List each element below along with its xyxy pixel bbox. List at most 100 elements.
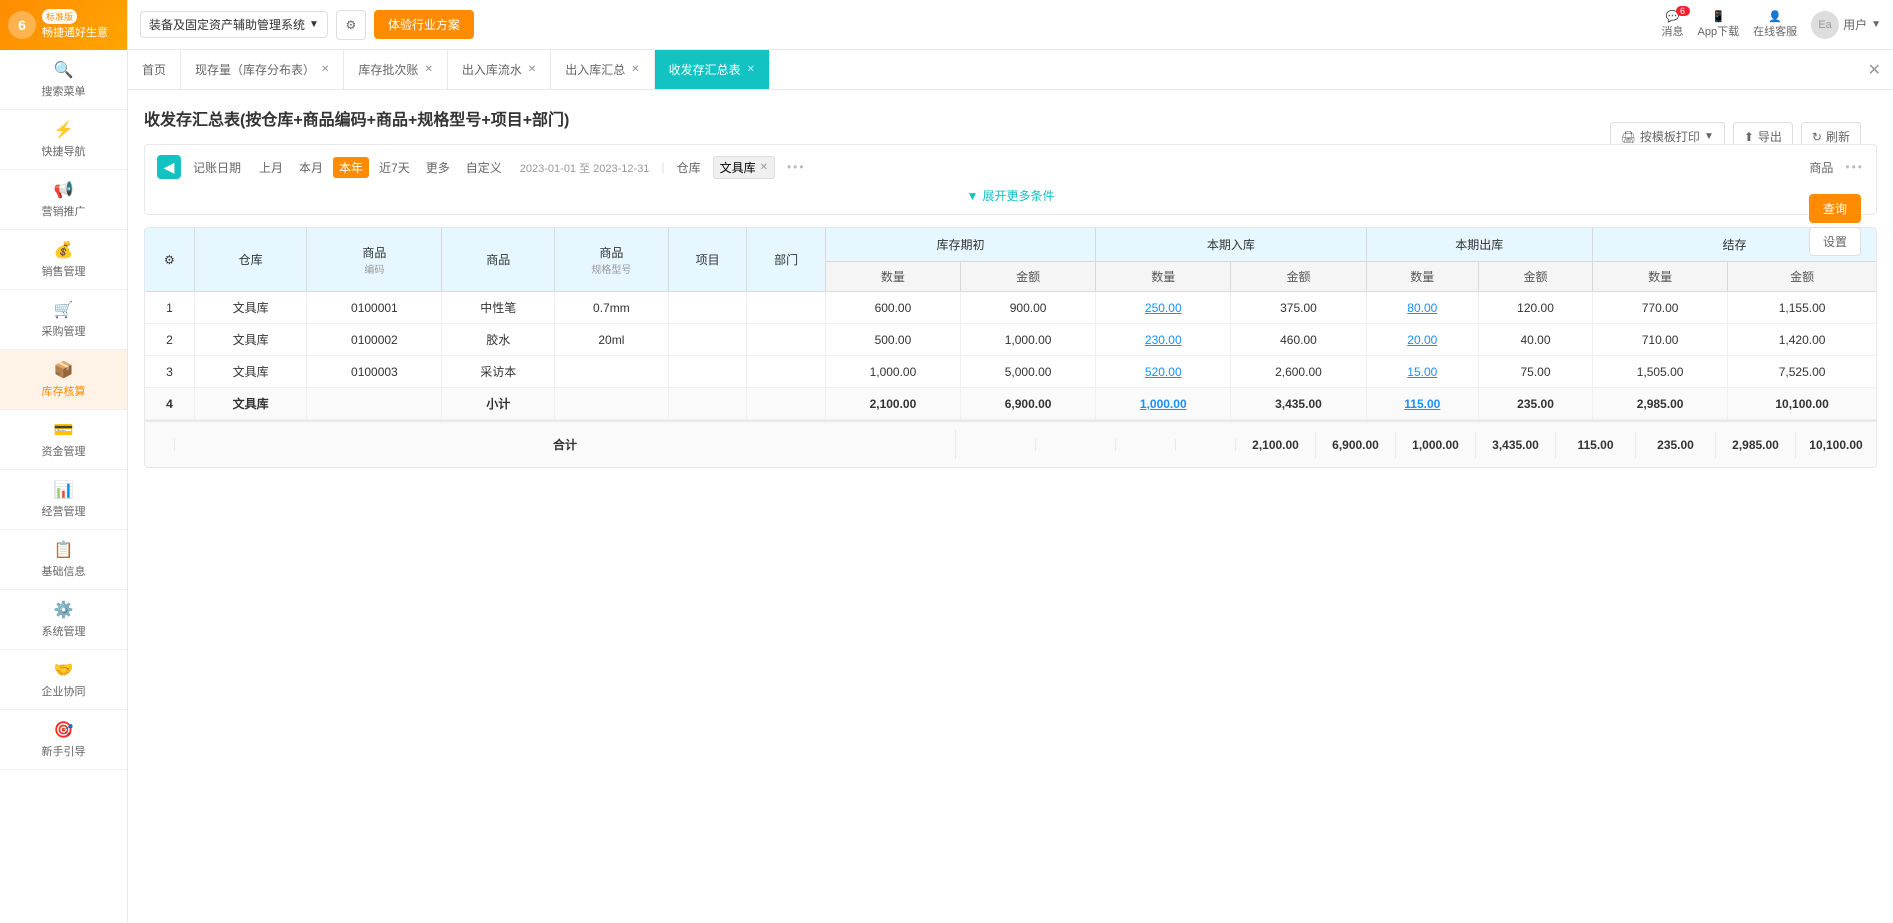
sidebar-item-basic[interactable]: 📋 基础信息	[0, 530, 127, 590]
warehouse-tag-close[interactable]: ✕	[760, 162, 768, 173]
date-btn-this-month[interactable]: 本月	[293, 157, 329, 178]
sidebar-nav: 🔍 搜索菜单 ⚡ 快捷导航 📢 营销推广 💰 销售管理 🛒 采购管理 📦 库存核…	[0, 50, 127, 923]
out-qty-cell[interactable]: 80.00	[1366, 292, 1479, 324]
out-amt-cell: 120.00	[1479, 292, 1593, 324]
col-opening-qty-header: 数量	[825, 262, 960, 292]
code-cell: 0100002	[307, 324, 442, 356]
in-qty-cell[interactable]: 520.00	[1096, 356, 1231, 388]
tab-close-recv-send[interactable]: ✕	[747, 64, 755, 75]
trial-button[interactable]: 体验行业方案	[374, 10, 474, 39]
app-download-button[interactable]: 📱 App下载	[1698, 10, 1740, 39]
tab-home[interactable]: 首页	[128, 50, 181, 89]
online-service-button[interactable]: 👤 在线客服	[1753, 10, 1797, 39]
open-qty-cell: 1,000.00	[825, 356, 960, 388]
expand-conditions-button[interactable]: ▼ 展开更多条件	[967, 187, 1055, 204]
tab-recv-send[interactable]: 收发存汇总表 ✕	[655, 50, 770, 89]
warehouse-cell: 文具库	[194, 292, 306, 324]
sidebar-item-operations[interactable]: 📊 经营管理	[0, 470, 127, 530]
col-opening-header: 库存期初	[825, 228, 1095, 262]
goods-more-dots[interactable]: •••	[1845, 160, 1864, 174]
sidebar-item-inventory[interactable]: 📦 库存核算	[0, 350, 127, 410]
out-amt-cell: 40.00	[1479, 324, 1593, 356]
spec-cell: 0.7mm	[554, 292, 668, 324]
col-settings-header[interactable]: ⚙	[145, 228, 194, 292]
query-button[interactable]: 查询	[1809, 194, 1861, 223]
sidebar-item-quick[interactable]: ⚡ 快捷导航	[0, 110, 127, 170]
spec-cell: 20ml	[554, 324, 668, 356]
sidebar-item-search[interactable]: 🔍 搜索菜单	[0, 50, 127, 110]
dept-cell	[747, 388, 826, 420]
sidebar-item-enterprise[interactable]: 🤝 企业协同	[0, 650, 127, 710]
date-btn-prev-month[interactable]: 上月	[253, 157, 289, 178]
gear-button[interactable]: ⚙	[336, 10, 366, 40]
footer-label: 合计	[175, 430, 956, 459]
date-btn-custom[interactable]: 自定义	[460, 157, 508, 178]
tab-batch[interactable]: 库存批次账 ✕	[344, 50, 447, 89]
in-qty-cell[interactable]: 230.00	[1096, 324, 1231, 356]
footer-close-qty: 2,985.00	[1716, 432, 1796, 458]
refresh-icon: ↻	[1812, 130, 1822, 144]
warehouse-cell: 文具库	[194, 356, 306, 388]
open-amt-cell: 900.00	[961, 292, 1096, 324]
footer-out-amt: 235.00	[1636, 432, 1716, 458]
in-amt-cell: 375.00	[1231, 292, 1366, 324]
expand-row: ▼ 展开更多条件	[157, 187, 1864, 204]
footer-close-amt: 10,100.00	[1796, 432, 1876, 458]
close-qty-cell: 2,985.00	[1592, 388, 1727, 420]
table-row: 4文具库小计2,100.006,900.001,000.003,435.0011…	[145, 388, 1876, 420]
close-amt-cell: 7,525.00	[1728, 356, 1876, 388]
footer-in-amt: 3,435.00	[1476, 432, 1556, 458]
date-btn-this-year[interactable]: 本年	[333, 157, 369, 178]
sidebar-item-system[interactable]: ⚙️ 系统管理	[0, 590, 127, 650]
filter-toggle-button[interactable]: ◀	[157, 155, 181, 179]
out-qty-cell[interactable]: 15.00	[1366, 356, 1479, 388]
warehouse-cell: 文具库	[194, 388, 306, 420]
sidebar-item-purchase[interactable]: 🛒 采购管理	[0, 290, 127, 350]
tab-close-summary[interactable]: ✕	[631, 64, 639, 75]
in-qty-cell[interactable]: 250.00	[1096, 292, 1231, 324]
finance-icon: 💳	[54, 420, 74, 440]
spec-cell	[554, 388, 668, 420]
tab-close-stock-dist[interactable]: ✕	[321, 64, 329, 75]
tab-summary[interactable]: 出入库汇总 ✕	[551, 50, 654, 89]
close-amt-cell: 10,100.00	[1728, 388, 1876, 420]
in-qty-cell[interactable]: 1,000.00	[1096, 388, 1231, 420]
print-icon: 🖨	[1621, 130, 1636, 144]
tab-flow[interactable]: 出入库流水 ✕	[448, 50, 551, 89]
out-qty-cell[interactable]: 115.00	[1366, 388, 1479, 420]
col-in-header: 本期入库	[1096, 228, 1366, 262]
filter-row: ◀ 记账日期 上月 本月 本年 近7天 更多 自定义 2023-01-01 至 …	[157, 155, 1864, 179]
sidebar-item-finance[interactable]: 💳 资金管理	[0, 410, 127, 470]
close-qty-cell: 710.00	[1592, 324, 1727, 356]
tab-close-all-button[interactable]: ✕	[1856, 50, 1893, 89]
open-amt-cell: 6,900.00	[961, 388, 1096, 420]
settings-button[interactable]: 设置	[1809, 227, 1861, 256]
user-menu[interactable]: Ea 用户 ▼	[1811, 11, 1881, 39]
system-select[interactable]: 装备及固定资产辅助管理系统 ▼	[140, 11, 328, 38]
col-out-qty-header: 数量	[1366, 262, 1479, 292]
name-cell: 小计	[442, 388, 554, 420]
warehouse-more-dots[interactable]: •••	[787, 160, 806, 174]
project-cell	[668, 292, 747, 324]
tab-close-batch[interactable]: ✕	[424, 64, 432, 75]
seq-cell: 1	[145, 292, 194, 324]
content-area: 收发存汇总表(按仓库+商品编码+商品+规格型号+项目+部门) 🖨 按模板打印 ▼…	[128, 90, 1893, 923]
date-btn-7days[interactable]: 近7天	[373, 157, 416, 178]
sidebar-item-guide[interactable]: 🎯 新手引导	[0, 710, 127, 770]
sidebar-item-marketing[interactable]: 📢 营销推广	[0, 170, 127, 230]
col-in-amt-header: 金额	[1231, 262, 1366, 292]
out-qty-cell[interactable]: 20.00	[1366, 324, 1479, 356]
in-amt-cell: 2,600.00	[1231, 356, 1366, 388]
date-btn-more[interactable]: 更多	[420, 157, 456, 178]
seq-cell: 2	[145, 324, 194, 356]
page: 收发存汇总表(按仓库+商品编码+商品+规格型号+项目+部门) 🖨 按模板打印 ▼…	[128, 90, 1893, 923]
search-icon: 🔍	[54, 60, 74, 80]
tab-stock-dist[interactable]: 现存量（库存分布表） ✕	[181, 50, 344, 89]
download-icon: 📱	[1711, 10, 1725, 23]
tab-close-flow[interactable]: ✕	[528, 64, 536, 75]
open-amt-cell: 5,000.00	[961, 356, 1096, 388]
col-code-header: 商品 编码	[307, 228, 442, 292]
code-cell: 0100003	[307, 356, 442, 388]
sidebar-item-sales[interactable]: 💰 销售管理	[0, 230, 127, 290]
messages-button[interactable]: 💬 消息 6	[1662, 10, 1684, 39]
